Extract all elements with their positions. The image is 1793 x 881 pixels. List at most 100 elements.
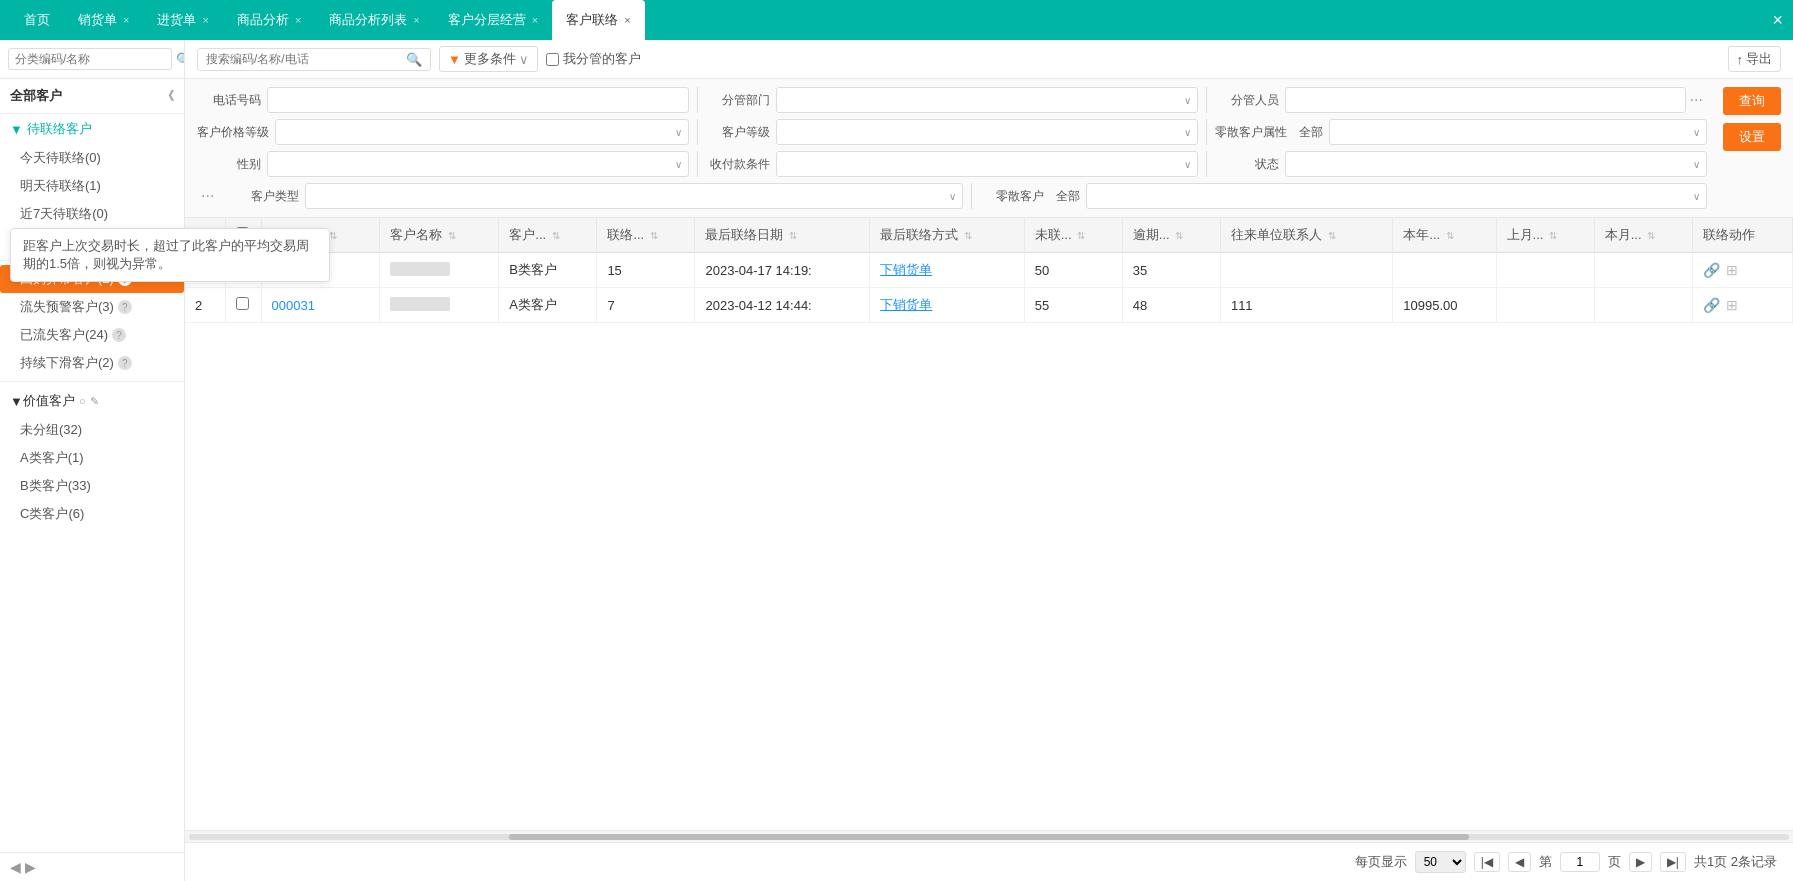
customer-level-select[interactable]: ∨	[776, 119, 1198, 145]
more-action-icon[interactable]: ⊞	[1726, 297, 1738, 313]
search-icon[interactable]: 🔍	[176, 52, 185, 67]
row-name[interactable]	[380, 253, 499, 288]
col-year-amount[interactable]: 本年... ⇅	[1393, 218, 1496, 253]
close-icon[interactable]: ×	[413, 14, 419, 26]
row-checkbox[interactable]	[225, 288, 261, 323]
sidebar-item-b-class[interactable]: B类客户(33)	[0, 472, 184, 500]
sidebar-item-today[interactable]: 今天待联络(0)	[0, 144, 184, 172]
row-contact-count: 7	[597, 288, 695, 323]
sidebar-item-no-group[interactable]: 未分组(32)	[0, 416, 184, 444]
col-last-month[interactable]: 上月... ⇅	[1496, 218, 1594, 253]
close-icon[interactable]: ×	[202, 14, 208, 26]
circle-icon[interactable]: ○	[79, 395, 86, 407]
col-level[interactable]: 客户... ⇅	[499, 218, 597, 253]
next-page-button[interactable]: ▶	[1629, 852, 1652, 872]
customer-type-select[interactable]: ∨	[305, 183, 963, 209]
sidebar-item-7days[interactable]: 近7天待联络(0)	[0, 200, 184, 228]
my-customers-checkbox[interactable]	[546, 53, 559, 66]
zero-retail-field: 零散客户 全部 ∨	[980, 183, 1708, 209]
row-overdue: 35	[1122, 253, 1220, 288]
pending-contact-group[interactable]: ▼ 待联络客户	[0, 114, 184, 144]
sidebar-item-c-class[interactable]: C类客户(6)	[0, 500, 184, 528]
edit-icon[interactable]: ✎	[90, 395, 99, 408]
more-action-icon[interactable]: ⊞	[1726, 262, 1738, 278]
prev-page-button[interactable]: ◀	[1508, 852, 1531, 872]
window-close-button[interactable]: ×	[1772, 10, 1783, 31]
contact-icon[interactable]: 🔗	[1703, 297, 1720, 313]
sidebar-item-lost-preview[interactable]: 流失预警客户(3) ?	[0, 293, 184, 321]
chevron-down-icon: ∨	[1693, 191, 1700, 202]
search-input[interactable]	[206, 52, 406, 66]
last-page-button[interactable]: ▶|	[1660, 852, 1686, 872]
query-button[interactable]: 查询	[1723, 87, 1781, 115]
row-un-contact: 50	[1024, 253, 1122, 288]
col-un-contact[interactable]: 未联... ⇅	[1024, 218, 1122, 253]
col-last-contact-method[interactable]: 最后联络方式 ⇅	[870, 218, 1025, 253]
col-this-month[interactable]: 本月... ⇅	[1594, 218, 1692, 253]
horizontal-scrollbar[interactable]	[185, 830, 1793, 842]
close-icon[interactable]: ×	[532, 14, 538, 26]
nav-sales-order[interactable]: 销货单 ×	[64, 0, 143, 40]
nav-customer-segment[interactable]: 客户分层经营 ×	[434, 0, 552, 40]
nav-product-analysis[interactable]: 商品分析 ×	[223, 0, 315, 40]
export-button[interactable]: ↑ 导出	[1728, 46, 1782, 72]
col-contact-person[interactable]: 往来单位联系人 ⇅	[1220, 218, 1392, 253]
row-last-contact-method[interactable]: 下销货单	[870, 253, 1025, 288]
per-page-select[interactable]: 50 100	[1415, 851, 1466, 873]
sort-icon: ⇅	[1328, 230, 1336, 241]
close-icon[interactable]: ×	[123, 14, 129, 26]
sort-icon: ⇅	[1175, 230, 1183, 241]
zero-retail-select[interactable]: ∨	[1086, 183, 1708, 209]
more-options-icon[interactable]: ···	[1686, 91, 1707, 109]
contact-icon[interactable]: 🔗	[1703, 262, 1720, 278]
phone-input[interactable]	[267, 87, 689, 113]
col-name[interactable]: 客户名称 ⇅	[380, 218, 499, 253]
prev-arrow-icon[interactable]: ◀	[10, 859, 21, 875]
next-arrow-icon[interactable]: ▶	[25, 859, 36, 875]
sidebar-item-continuous-down[interactable]: 持续下滑客户(2) ?	[0, 349, 184, 377]
close-icon[interactable]: ×	[624, 14, 630, 26]
col-contact-count[interactable]: 联络... ⇅	[597, 218, 695, 253]
value-customer-group[interactable]: ▼ 价值客户 ○ ✎	[0, 386, 184, 416]
status-select[interactable]: ∨	[1285, 151, 1707, 177]
more-options-icon2[interactable]: ···	[197, 187, 218, 205]
col-overdue[interactable]: 逾期... ⇅	[1122, 218, 1220, 253]
division-dept-select[interactable]: ∨	[776, 87, 1198, 113]
current-page-input[interactable]	[1560, 852, 1600, 872]
close-icon[interactable]: ×	[295, 14, 301, 26]
row-name[interactable]	[380, 288, 499, 323]
category-search-input[interactable]	[8, 48, 172, 70]
blurred-name	[390, 262, 450, 276]
row-last-contact-method[interactable]: 下销货单	[870, 288, 1025, 323]
row-year-amount	[1393, 253, 1496, 288]
first-page-button[interactable]: |◀	[1474, 852, 1500, 872]
sidebar-item-a-class[interactable]: A类客户(1)	[0, 444, 184, 472]
division-person-input[interactable]	[1285, 87, 1686, 113]
nav-purchase-order[interactable]: 进货单 ×	[143, 0, 222, 40]
settings-button[interactable]: 设置	[1723, 123, 1781, 151]
scrollbar-thumb[interactable]	[509, 834, 1469, 840]
nav-customer-contact[interactable]: 客户联络 ×	[552, 0, 644, 40]
all-customers-header[interactable]: 全部客户 《	[0, 79, 184, 114]
col-last-contact-date[interactable]: 最后联络日期 ⇅	[695, 218, 870, 253]
scrollbar-track[interactable]	[189, 834, 1789, 840]
row-code[interactable]: 000031	[261, 288, 380, 323]
my-customers-checkbox-label[interactable]: 我分管的客户	[546, 50, 641, 68]
price-level-select[interactable]: ∨	[275, 119, 689, 145]
nav-home[interactable]: 首页	[10, 0, 64, 40]
chevron-down-icon: ∨	[1693, 127, 1700, 138]
gender-select[interactable]: ∨	[267, 151, 689, 177]
collapse-icon[interactable]: 《	[162, 88, 174, 105]
more-conditions-button[interactable]: ▼ 更多条件 ∨	[439, 46, 538, 72]
info-icon: ?	[118, 356, 132, 370]
zero-retail-attr-select[interactable]: ∨	[1329, 119, 1707, 145]
search-icon[interactable]: 🔍	[406, 52, 422, 67]
payment-terms-select[interactable]: ∨	[776, 151, 1198, 177]
row-select-checkbox[interactable]	[236, 297, 249, 310]
filter-icon: ▼	[448, 52, 461, 67]
sidebar-item-already-lost[interactable]: 已流失客户(24) ?	[0, 321, 184, 349]
nav-product-analysis-list[interactable]: 商品分析列表 ×	[315, 0, 433, 40]
pagination-bar: 每页显示 50 100 |◀ ◀ 第 页 ▶ ▶| 共1页 2条记录	[185, 842, 1793, 881]
advanced-filter: 电话号码 分管部门 ∨ 分管人员	[185, 79, 1793, 218]
sidebar-item-tomorrow[interactable]: 明天待联络(1)	[0, 172, 184, 200]
